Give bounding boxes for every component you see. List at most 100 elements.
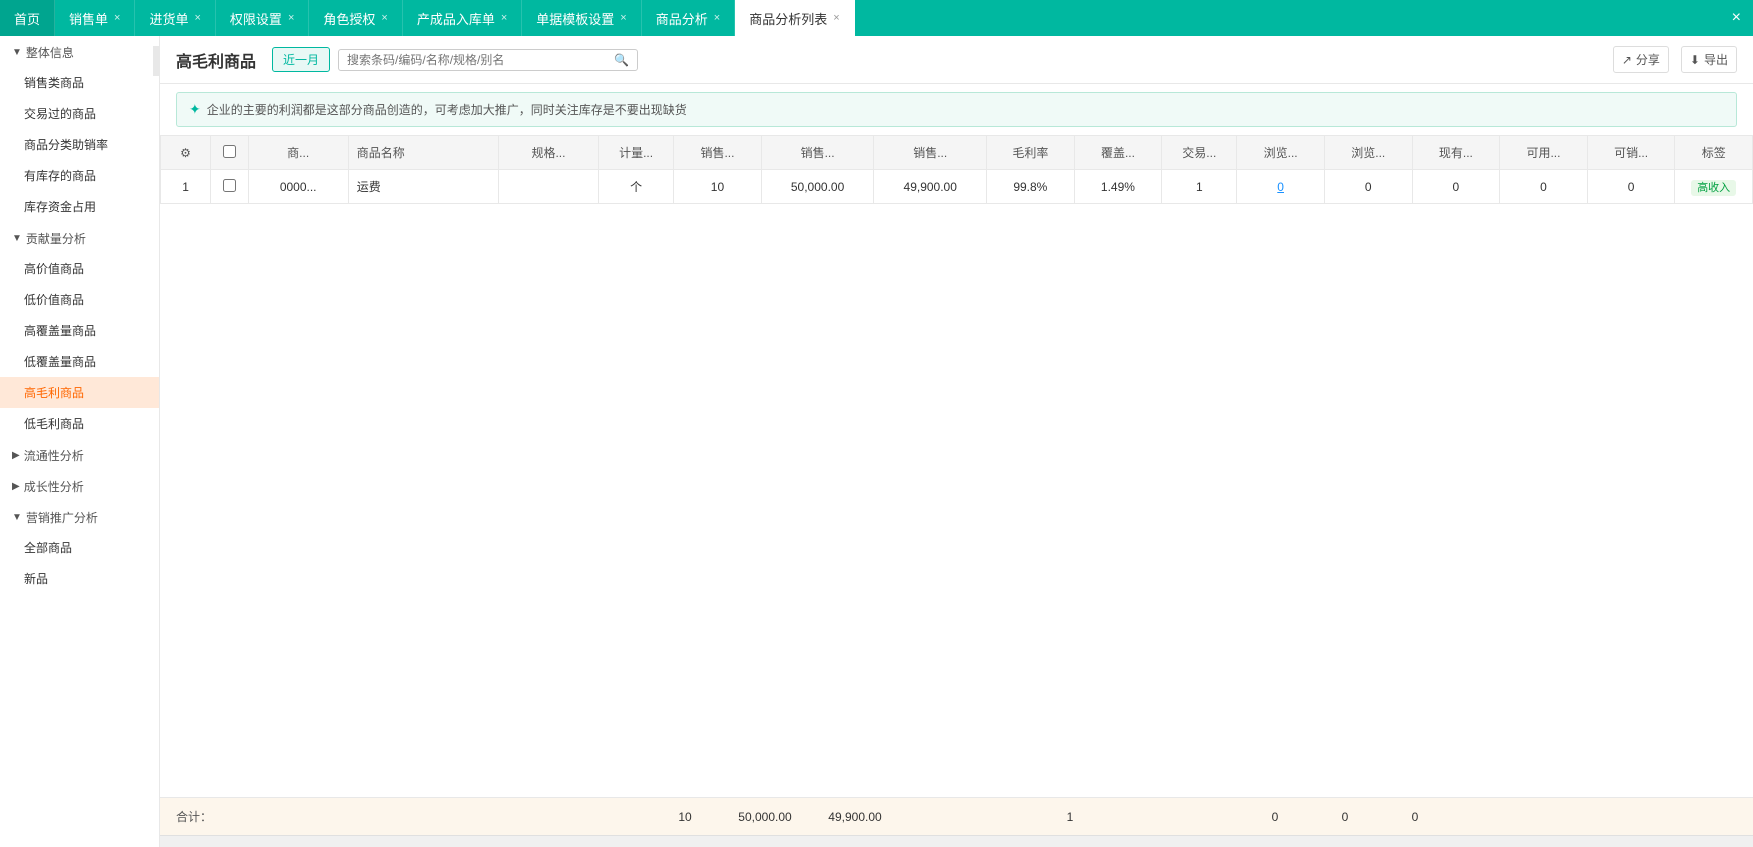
- cell-code: 0000...: [248, 170, 348, 204]
- cell-unit: 个: [599, 170, 674, 204]
- sidebar-item-sales-goods[interactable]: 销售类商品: [0, 67, 159, 98]
- close-analysis-tab[interactable]: ×: [714, 12, 720, 24]
- cell-name: 运费: [348, 170, 498, 204]
- cell-gross-rate: 99.8%: [987, 170, 1075, 204]
- close-templates-tab[interactable]: ×: [620, 12, 626, 24]
- sidebar-item-high-value[interactable]: 高价值商品: [0, 253, 159, 284]
- nav-tab-permissions[interactable]: 权限设置 ×: [216, 0, 309, 36]
- nav-tab-purchase[interactable]: 进货单 ×: [135, 0, 215, 36]
- footer-totals: 合计： 10 50,000.00 49,900.00 1 0 0 0: [160, 797, 1753, 835]
- col-header-browse2[interactable]: 浏览...: [1324, 136, 1412, 170]
- cell-sales-qty: 10: [674, 170, 762, 204]
- col-header-stock-avail[interactable]: 可用...: [1500, 136, 1588, 170]
- close-roles-tab[interactable]: ×: [381, 12, 387, 24]
- sidebar-item-low-value[interactable]: 低价值商品: [0, 284, 159, 315]
- close-analysis-list-tab[interactable]: ×: [833, 12, 839, 24]
- cell-stock-sell: 0: [1587, 170, 1675, 204]
- export-button[interactable]: ⬇ 导出: [1681, 46, 1737, 73]
- info-banner: ✦ 企业的主要的利润都是这部分商品创造的，可考虑加大推广，同时关注库存是不要出现…: [176, 92, 1737, 127]
- sidebar-group-growth[interactable]: ▶ 成长性分析: [0, 470, 159, 501]
- table-container: ⚙ 商... 商品名称 规格... 计量... 销售... 销售... 销售..…: [160, 135, 1753, 797]
- cell-checkbox[interactable]: [211, 170, 249, 204]
- cell-coverage: 1.49%: [1074, 170, 1162, 204]
- cell-browse1[interactable]: 0: [1237, 170, 1325, 204]
- sidebar-item-high-coverage[interactable]: 高覆盖量商品: [0, 315, 159, 346]
- col-header-stock-current[interactable]: 现有...: [1412, 136, 1500, 170]
- cell-sales-profit: 49,900.00: [874, 170, 987, 204]
- table-header-row: ⚙ 商... 商品名称 规格... 计量... 销售... 销售... 销售..…: [161, 136, 1753, 170]
- sidebar-collapse-button[interactable]: 《: [153, 46, 160, 76]
- footer-label: 合计：: [160, 808, 240, 825]
- row-checkbox[interactable]: [223, 179, 236, 192]
- col-header-sales-amount[interactable]: 销售...: [761, 136, 874, 170]
- sidebar-group-flow[interactable]: ▶ 流通性分析: [0, 439, 159, 470]
- col-header-gross-rate[interactable]: 毛利率: [987, 136, 1075, 170]
- col-header-code[interactable]: 商...: [248, 136, 348, 170]
- sidebar-item-traded-goods[interactable]: 交易过的商品: [0, 98, 159, 129]
- content-area: 高毛利商品 近一月 🔍 ↗ 分享 ⬇ 导出 ✦ 企业的主: [160, 36, 1753, 847]
- close-permissions-tab[interactable]: ×: [288, 12, 294, 24]
- sidebar-item-all-goods[interactable]: 全部商品: [0, 532, 159, 563]
- filter-recent-month[interactable]: 近一月: [272, 47, 330, 72]
- sidebar-item-new-goods[interactable]: 新品: [0, 563, 159, 594]
- sidebar-item-category-rate[interactable]: 商品分类助销率: [0, 129, 159, 160]
- top-navigation: 首页 销售单 × 进货单 × 权限设置 × 角色授权 × 产成品入库单 × 单据…: [0, 0, 1753, 36]
- col-header-settings[interactable]: ⚙: [161, 136, 211, 170]
- data-table: ⚙ 商... 商品名称 规格... 计量... 销售... 销售... 销售..…: [160, 135, 1753, 204]
- nav-tab-templates[interactable]: 单据模板设置 ×: [522, 0, 641, 36]
- cell-trade: 1: [1162, 170, 1237, 204]
- cell-stock-current: 0: [1412, 170, 1500, 204]
- sidebar-item-low-margin[interactable]: 低毛利商品: [0, 408, 159, 439]
- close-all-button[interactable]: ×: [1720, 9, 1753, 27]
- col-header-tag[interactable]: 标签: [1675, 136, 1753, 170]
- cell-sales-amount: 50,000.00: [761, 170, 874, 204]
- main-layout: 《 ▼ 整体信息 销售类商品 交易过的商品 商品分类助销率 有库存的商品 库存资…: [0, 36, 1753, 847]
- select-all-checkbox[interactable]: [223, 145, 236, 158]
- nav-tab-sales[interactable]: 销售单 ×: [55, 0, 135, 36]
- sidebar-group-overall[interactable]: ▼ 整体信息: [0, 36, 159, 67]
- sidebar-group-marketing[interactable]: ▼ 营销推广分析: [0, 501, 159, 532]
- sidebar-item-low-coverage[interactable]: 低覆盖量商品: [0, 346, 159, 377]
- search-icon[interactable]: 🔍: [614, 53, 629, 67]
- bottom-scrollbar[interactable]: [160, 835, 1753, 847]
- nav-tab-home[interactable]: 首页: [0, 0, 55, 36]
- footer-sales-amount: 50,000.00: [720, 810, 810, 824]
- arrow-icon: ▶: [12, 481, 20, 492]
- content-header: 高毛利商品 近一月 🔍 ↗ 分享 ⬇ 导出: [160, 36, 1753, 84]
- col-header-spec[interactable]: 规格...: [498, 136, 598, 170]
- col-header-trade[interactable]: 交易...: [1162, 136, 1237, 170]
- nav-tab-roles[interactable]: 角色授权 ×: [309, 0, 402, 36]
- arrow-icon: ▼: [12, 512, 22, 523]
- sidebar-item-stock-goods[interactable]: 有库存的商品: [0, 160, 159, 191]
- col-header-unit[interactable]: 计量...: [599, 136, 674, 170]
- search-box: 🔍: [338, 49, 638, 71]
- sidebar-item-high-margin[interactable]: 高毛利商品: [0, 377, 159, 408]
- col-header-sales-qty[interactable]: 销售...: [674, 136, 762, 170]
- nav-tab-analysis[interactable]: 商品分析 ×: [642, 0, 735, 36]
- share-icon: ↗: [1622, 53, 1632, 67]
- search-input[interactable]: [347, 53, 614, 67]
- close-products-tab[interactable]: ×: [501, 12, 507, 24]
- col-header-browse1[interactable]: 浏览...: [1237, 136, 1325, 170]
- footer-trade: 1: [1040, 810, 1100, 824]
- cell-stock-avail: 0: [1500, 170, 1588, 204]
- info-icon: ✦: [189, 101, 201, 118]
- nav-tab-analysis-list[interactable]: 商品分析列表 ×: [735, 0, 854, 36]
- col-header-stock-sell[interactable]: 可销...: [1587, 136, 1675, 170]
- col-header-name[interactable]: 商品名称: [348, 136, 498, 170]
- close-sales-tab[interactable]: ×: [114, 12, 120, 24]
- page-title: 高毛利商品: [176, 48, 256, 72]
- nav-tab-products[interactable]: 产成品入库单 ×: [403, 0, 522, 36]
- close-purchase-tab[interactable]: ×: [194, 12, 200, 24]
- sidebar-item-stock-capital[interactable]: 库存资金占用: [0, 191, 159, 222]
- share-button[interactable]: ↗ 分享: [1613, 46, 1669, 73]
- tag-high-income: 高收入: [1691, 180, 1736, 196]
- export-icon: ⬇: [1690, 53, 1700, 67]
- col-header-checkbox[interactable]: [211, 136, 249, 170]
- footer-stock-sell: 0: [1380, 810, 1450, 824]
- footer-stock-current: 0: [1240, 810, 1310, 824]
- col-header-coverage[interactable]: 覆盖...: [1074, 136, 1162, 170]
- footer-sales-qty: 10: [650, 810, 720, 824]
- sidebar-group-contribution[interactable]: ▼ 贡献量分析: [0, 222, 159, 253]
- col-header-sales-profit[interactable]: 销售...: [874, 136, 987, 170]
